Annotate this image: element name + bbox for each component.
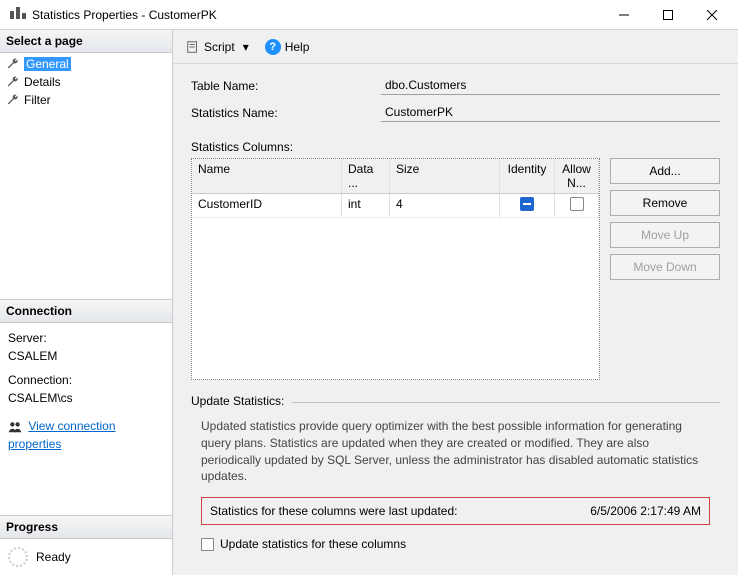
help-label: Help — [285, 40, 310, 54]
progress-status: Ready — [36, 550, 71, 564]
update-stats-checkbox-label: Update statistics for these columns — [220, 537, 406, 551]
update-stats-label: Update Statistics: — [191, 394, 284, 408]
help-icon: ? — [265, 39, 281, 55]
add-button[interactable]: Add... — [610, 158, 720, 184]
page-label: General — [24, 57, 71, 71]
move-down-button[interactable]: Move Down — [610, 254, 720, 280]
sidebar: Select a page General Details Filter Con… — [0, 30, 173, 575]
script-label: Script — [204, 40, 235, 54]
columns-grid[interactable]: Name Data ... Size Identity Allow N... C… — [191, 158, 600, 380]
cell-identity — [500, 194, 555, 217]
script-button[interactable]: Script ▾ — [181, 36, 254, 58]
table-row[interactable]: CustomerID int 4 — [192, 194, 599, 218]
cell-name: CustomerID — [192, 194, 342, 217]
wrench-icon — [6, 93, 20, 107]
title-bar: Statistics Properties - CustomerPK — [0, 0, 738, 30]
page-label: Filter — [24, 93, 51, 107]
spinner-icon — [8, 547, 28, 567]
col-header-allow: Allow N... — [555, 159, 599, 193]
table-name-label: Table Name: — [191, 79, 381, 93]
help-button[interactable]: ? Help — [260, 35, 315, 59]
col-header-data: Data ... — [342, 159, 390, 193]
remove-button[interactable]: Remove — [610, 190, 720, 216]
progress-header: Progress — [0, 515, 172, 539]
cell-data: int — [342, 194, 390, 217]
server-value: CSALEM — [8, 347, 164, 365]
table-name-value: dbo.Customers — [381, 76, 720, 95]
col-header-identity: Identity — [500, 159, 555, 193]
page-item-details[interactable]: Details — [0, 73, 172, 91]
close-button[interactable] — [690, 0, 734, 30]
maximize-button[interactable] — [646, 0, 690, 30]
view-connection-properties-link[interactable]: View connection properties — [8, 419, 116, 451]
connection-value: CSALEM\cs — [8, 389, 164, 407]
stats-columns-label: Statistics Columns: — [191, 140, 720, 154]
last-updated-box: Statistics for these columns were last u… — [201, 497, 710, 525]
minimize-button[interactable] — [602, 0, 646, 30]
main-panel: Script ▾ ? Help Table Name: dbo.Customer… — [173, 30, 738, 575]
cell-size: 4 — [390, 194, 500, 217]
dropdown-arrow-icon: ▾ — [243, 40, 249, 54]
identity-checkbox-icon — [520, 197, 534, 211]
stats-name-label: Statistics Name: — [191, 106, 381, 120]
last-updated-label: Statistics for these columns were last u… — [210, 504, 457, 518]
connection-header: Connection — [0, 299, 172, 323]
move-up-button[interactable]: Move Up — [610, 222, 720, 248]
stats-name-value: CustomerPK — [381, 103, 720, 122]
toolbar: Script ▾ ? Help — [173, 30, 738, 64]
script-icon — [186, 40, 200, 54]
col-header-size: Size — [390, 159, 500, 193]
wrench-icon — [6, 57, 20, 71]
connection-label: Connection: — [8, 371, 164, 389]
server-label: Server: — [8, 329, 164, 347]
wrench-icon — [6, 75, 20, 89]
select-page-header: Select a page — [0, 30, 172, 53]
update-stats-checkbox[interactable] — [201, 538, 214, 551]
update-stats-description: Updated statistics provide query optimiz… — [191, 418, 720, 485]
last-updated-value: 6/5/2006 2:17:49 AM — [590, 504, 701, 518]
grid-header: Name Data ... Size Identity Allow N... — [192, 159, 599, 194]
page-item-general[interactable]: General — [0, 55, 172, 73]
people-icon — [8, 420, 22, 434]
page-item-filter[interactable]: Filter — [0, 91, 172, 109]
connection-body: Server: CSALEM Connection: CSALEM\cs Vie… — [0, 323, 172, 459]
cell-allow — [555, 194, 599, 217]
app-icon — [10, 7, 26, 23]
page-label: Details — [24, 75, 61, 89]
allownull-checkbox-icon — [570, 197, 584, 211]
window-title: Statistics Properties - CustomerPK — [32, 8, 602, 22]
col-header-name: Name — [192, 159, 342, 193]
